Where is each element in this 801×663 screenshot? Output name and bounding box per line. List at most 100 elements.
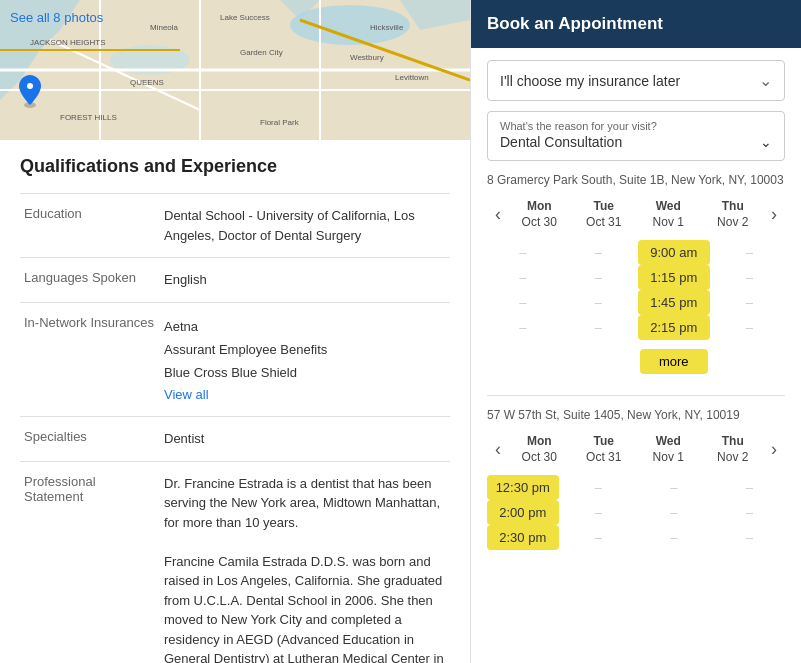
svg-text:Floral Park: Floral Park — [260, 118, 300, 127]
location1-slot-wed-2[interactable]: 1:15 pm — [638, 265, 710, 290]
location1-more-button[interactable]: more — [640, 349, 708, 374]
location1-prev-arrow[interactable]: ‹ — [487, 200, 509, 229]
location1-slot-mon-4: – — [487, 315, 559, 340]
location1-address: 8 Gramercy Park South, Suite 1B, New Yor… — [487, 173, 785, 187]
left-panel: JACKSON HEIGHTS QUEENS Garden City Hicks… — [0, 0, 470, 663]
book-appointment-header: Book an Appointment — [471, 0, 801, 48]
location1-more-mon — [487, 344, 559, 379]
location1-slot-mon-2: – — [487, 265, 559, 290]
location1-slot-row-3: – – 1:45 pm – — [487, 290, 785, 315]
insurance-chevron-icon: ⌄ — [759, 71, 772, 90]
location2-slot-thu-3: – — [714, 525, 786, 550]
location2-prev-arrow[interactable]: ‹ — [487, 435, 509, 464]
location1-more-row: more — [487, 344, 785, 379]
reason-dropdown-label: What's the reason for your visit? — [500, 120, 772, 132]
see-photos-link[interactable]: See all 8 photos — [10, 10, 103, 25]
location1-slot-mon-3: – — [487, 290, 559, 315]
svg-text:Mineola: Mineola — [150, 23, 179, 32]
location1-slot-tue-1: – — [563, 240, 635, 265]
insurance-dropdown-value: I'll choose my insurance later — [500, 73, 680, 89]
languages-row: Languages Spoken English — [20, 258, 450, 303]
location1-slot-tue-3: – — [563, 290, 635, 315]
location1-slot-wed-4[interactable]: 2:15 pm — [638, 315, 710, 340]
location2-day-headers: Mon Oct 30 Tue Oct 31 Wed Nov 1 Thu Nov … — [509, 430, 763, 469]
location1-slot-tue-4: – — [563, 315, 635, 340]
location1-slot-thu-3: – — [714, 290, 786, 315]
location1-day-tue: Tue Oct 31 — [574, 195, 635, 234]
languages-label: Languages Spoken — [20, 258, 160, 303]
location1-day-mon: Mon Oct 30 — [509, 195, 570, 234]
professional-statement-value: Dr. Francine Estrada is a dentist that h… — [160, 461, 450, 663]
location2-slot-row-3: 2:30 pm – – – — [487, 525, 785, 550]
svg-text:QUEENS: QUEENS — [130, 78, 164, 87]
location1-next-arrow[interactable]: › — [763, 200, 785, 229]
specialties-label: Specialties — [20, 417, 160, 462]
svg-text:JACKSON HEIGHTS: JACKSON HEIGHTS — [30, 38, 106, 47]
svg-text:Garden City: Garden City — [240, 48, 283, 57]
insurance-item-bcbs: Blue Cross Blue Shield — [164, 361, 446, 384]
insurance-row: In-Network Insurances Aetna Assurant Emp… — [20, 302, 450, 417]
location1-slot-thu-2: – — [714, 265, 786, 290]
right-panel: Book an Appointment I'll choose my insur… — [470, 0, 801, 663]
location2-slot-row-1: 12:30 pm – – – — [487, 475, 785, 500]
education-value: Dental School - University of California… — [160, 194, 450, 258]
insurance-label: In-Network Insurances — [20, 302, 160, 417]
location1-more-thu — [714, 344, 786, 379]
location1-slot-wed-3[interactable]: 1:45 pm — [638, 290, 710, 315]
location1-slot-row-2: – – 1:15 pm – — [487, 265, 785, 290]
location1-slot-mon-1: – — [487, 240, 559, 265]
location2-slot-mon-3[interactable]: 2:30 pm — [487, 525, 559, 550]
insurance-list: Aetna Assurant Employee Benefits Blue Cr… — [164, 315, 446, 385]
location2-day-thu: Thu Nov 2 — [703, 430, 764, 469]
location2-slot-mon-1[interactable]: 12:30 pm — [487, 475, 559, 500]
location2-slot-wed-1: – — [638, 475, 710, 500]
professional-statement-label: Professional Statement — [20, 461, 160, 663]
location1-more-wed[interactable]: more — [638, 344, 710, 379]
education-row: Education Dental School - University of … — [20, 194, 450, 258]
reason-chevron-icon: ⌄ — [760, 134, 772, 150]
location2-day-wed: Wed Nov 1 — [638, 430, 699, 469]
location2-slot-thu-1: – — [714, 475, 786, 500]
location2-address: 57 W 57th St, Suite 1405, New York, NY, … — [487, 408, 785, 422]
location2-slot-thu-2: – — [714, 500, 786, 525]
location2-slot-tue-3: – — [563, 525, 635, 550]
location2-slot-wed-3: – — [638, 525, 710, 550]
svg-text:FOREST HILLS: FOREST HILLS — [60, 113, 117, 122]
calendar-divider — [487, 395, 785, 396]
svg-point-22 — [27, 83, 33, 89]
reason-dropdown-inner: Dental Consultation ⌄ — [500, 134, 772, 150]
location1-slot-row-1: – – 9:00 am – — [487, 240, 785, 265]
qualifications-section: Qualifications and Experience Education … — [0, 140, 470, 663]
location1-slot-thu-4: – — [714, 315, 786, 340]
svg-text:Hicksville: Hicksville — [370, 23, 404, 32]
location1-slot-wed-1[interactable]: 9:00 am — [638, 240, 710, 265]
specialties-value: Dentist — [160, 417, 450, 462]
reason-dropdown-value: Dental Consultation — [500, 134, 622, 150]
location2-slot-tue-1: – — [563, 475, 635, 500]
location2-slot-wed-2: – — [638, 500, 710, 525]
location2-slot-row-2: 2:00 pm – – – — [487, 500, 785, 525]
location1-day-headers: Mon Oct 30 Tue Oct 31 Wed Nov 1 Thu Nov … — [509, 195, 763, 234]
location2-calendar: 57 W 57th St, Suite 1405, New York, NY, … — [487, 408, 785, 550]
book-appointment-body: I'll choose my insurance later ⌄ What's … — [471, 48, 801, 578]
location1-day-wed: Wed Nov 1 — [638, 195, 699, 234]
location2-slot-tue-2: – — [563, 500, 635, 525]
location2-next-arrow[interactable]: › — [763, 435, 785, 464]
reason-dropdown[interactable]: What's the reason for your visit? Dental… — [487, 111, 785, 161]
location1-slot-row-4: – – 2:15 pm – — [487, 315, 785, 340]
location1-slot-tue-2: – — [563, 265, 635, 290]
location2-slot-mon-2[interactable]: 2:00 pm — [487, 500, 559, 525]
location2-calendar-nav: ‹ Mon Oct 30 Tue Oct 31 Wed Nov 1 — [487, 430, 785, 469]
insurance-item-assurant: Assurant Employee Benefits — [164, 338, 446, 361]
view-all-link[interactable]: View all — [164, 387, 209, 402]
insurance-value: Aetna Assurant Employee Benefits Blue Cr… — [160, 302, 450, 417]
location1-calendar-nav: ‹ Mon Oct 30 Tue Oct 31 Wed Nov 1 — [487, 195, 785, 234]
specialties-row: Specialties Dentist — [20, 417, 450, 462]
location1-day-thu: Thu Nov 2 — [703, 195, 764, 234]
qualifications-title: Qualifications and Experience — [20, 156, 450, 177]
svg-text:Westbury: Westbury — [350, 53, 384, 62]
insurance-item-aetna: Aetna — [164, 315, 446, 338]
location1-slot-thu-1: – — [714, 240, 786, 265]
location2-day-tue: Tue Oct 31 — [574, 430, 635, 469]
insurance-dropdown[interactable]: I'll choose my insurance later ⌄ — [487, 60, 785, 101]
